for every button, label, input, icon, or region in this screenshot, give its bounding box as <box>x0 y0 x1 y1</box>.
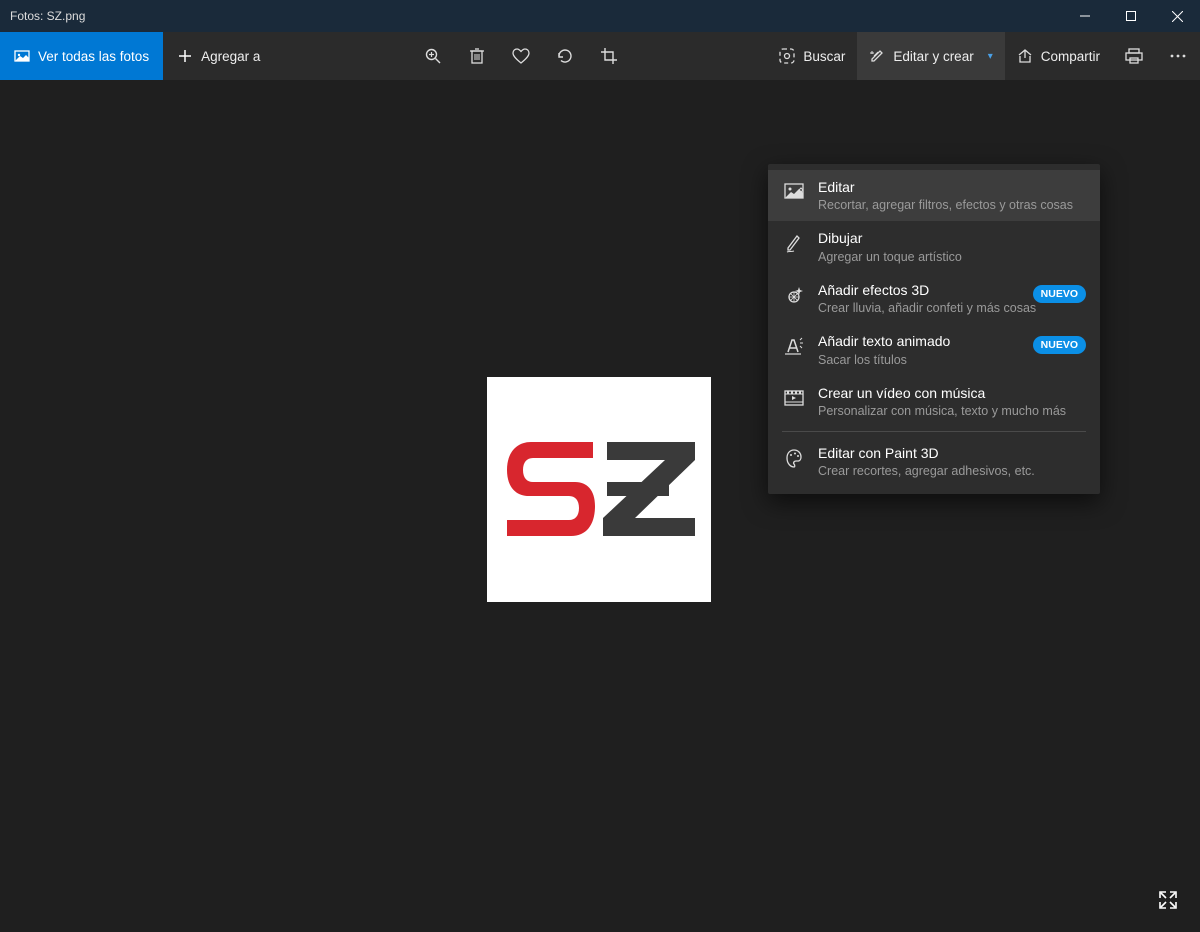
dropdown-title: Editar <box>818 178 1084 196</box>
animated-text-icon <box>784 336 804 356</box>
dropdown-item-animated-text[interactable]: Añadir texto animado Sacar los títulos N… <box>768 324 1100 375</box>
close-button[interactable] <box>1154 0 1200 32</box>
dropdown-item-edit[interactable]: Editar Recortar, agregar filtros, efecto… <box>768 170 1100 221</box>
minimize-button[interactable] <box>1062 0 1108 32</box>
image-viewer[interactable]: Editar Recortar, agregar filtros, efecto… <box>0 80 1200 932</box>
rotate-icon <box>556 47 574 65</box>
dropdown-item-draw[interactable]: Dibujar Agregar un toque artístico <box>768 221 1100 272</box>
dropdown-subtitle: Personalizar con música, texto y mucho m… <box>818 403 1084 419</box>
toolbar-center <box>274 32 767 80</box>
window-controls <box>1062 0 1200 32</box>
print-button[interactable] <box>1112 32 1156 80</box>
dropdown-title: Editar con Paint 3D <box>818 444 1084 462</box>
paint3d-icon <box>784 448 804 468</box>
dropdown-item-paint3d[interactable]: Editar con Paint 3D Crear recortes, agre… <box>768 436 1100 487</box>
more-icon <box>1170 54 1186 58</box>
crop-button[interactable] <box>587 32 631 80</box>
share-label: Compartir <box>1041 49 1100 64</box>
delete-button[interactable] <box>455 32 499 80</box>
search-label: Buscar <box>803 49 845 64</box>
toolbar-left: Ver todas las fotos Agregar a <box>0 32 274 80</box>
fullscreen-button[interactable] <box>1158 890 1178 910</box>
dropdown-title: Dibujar <box>818 229 1084 247</box>
dropdown-item-3d-effects[interactable]: Añadir efectos 3D Crear lluvia, añadir c… <box>768 273 1100 324</box>
dropdown-separator <box>782 431 1086 432</box>
chevron-down-icon: ▾ <box>988 51 993 62</box>
dropdown-subtitle: Agregar un toque artístico <box>818 249 1084 265</box>
share-button[interactable]: Compartir <box>1005 32 1112 80</box>
maximize-button[interactable] <box>1108 0 1154 32</box>
toolbar-right: Buscar Editar y crear ▾ Compartir <box>767 32 1200 80</box>
trash-icon <box>469 47 485 65</box>
sz-logo <box>499 430 699 550</box>
crop-icon <box>600 47 618 65</box>
plus-icon <box>177 48 193 64</box>
edit-create-dropdown: Editar Recortar, agregar filtros, efecto… <box>768 164 1100 494</box>
view-all-label: Ver todas las fotos <box>38 49 149 64</box>
edit-create-button[interactable]: Editar y crear ▾ <box>857 32 1004 80</box>
sparkle-3d-icon <box>784 285 804 305</box>
edit-create-label: Editar y crear <box>893 49 973 64</box>
view-all-photos-button[interactable]: Ver todas las fotos <box>0 32 163 80</box>
edit-icon <box>869 48 885 64</box>
add-to-button[interactable]: Agregar a <box>163 32 274 80</box>
print-icon <box>1125 48 1143 64</box>
magnifier-plus-icon <box>424 47 442 65</box>
toolbar: Ver todas las fotos Agregar a <box>0 32 1200 80</box>
displayed-image <box>487 377 711 602</box>
dropdown-title: Crear un vídeo con música <box>818 384 1084 402</box>
image-edit-icon <box>784 182 804 202</box>
new-badge: NUEVO <box>1033 336 1086 354</box>
visual-search-button[interactable]: Buscar <box>767 32 857 80</box>
more-button[interactable] <box>1156 32 1200 80</box>
new-badge: NUEVO <box>1033 285 1086 303</box>
dropdown-subtitle: Recortar, agregar filtros, efectos y otr… <box>818 197 1084 213</box>
dropdown-item-video-music[interactable]: Crear un vídeo con música Personalizar c… <box>768 376 1100 427</box>
share-icon <box>1017 48 1033 64</box>
window-title: Fotos: SZ.png <box>0 9 85 23</box>
collection-icon <box>14 48 30 64</box>
heart-icon <box>512 48 530 64</box>
titlebar: Fotos: SZ.png <box>0 0 1200 32</box>
zoom-button[interactable] <box>411 32 455 80</box>
rotate-button[interactable] <box>543 32 587 80</box>
add-to-label: Agregar a <box>201 49 260 64</box>
pen-icon <box>784 233 804 253</box>
favorite-button[interactable] <box>499 32 543 80</box>
video-music-icon <box>784 388 804 408</box>
visual-search-icon <box>779 48 795 64</box>
dropdown-subtitle: Crear recortes, agregar adhesivos, etc. <box>818 463 1084 479</box>
